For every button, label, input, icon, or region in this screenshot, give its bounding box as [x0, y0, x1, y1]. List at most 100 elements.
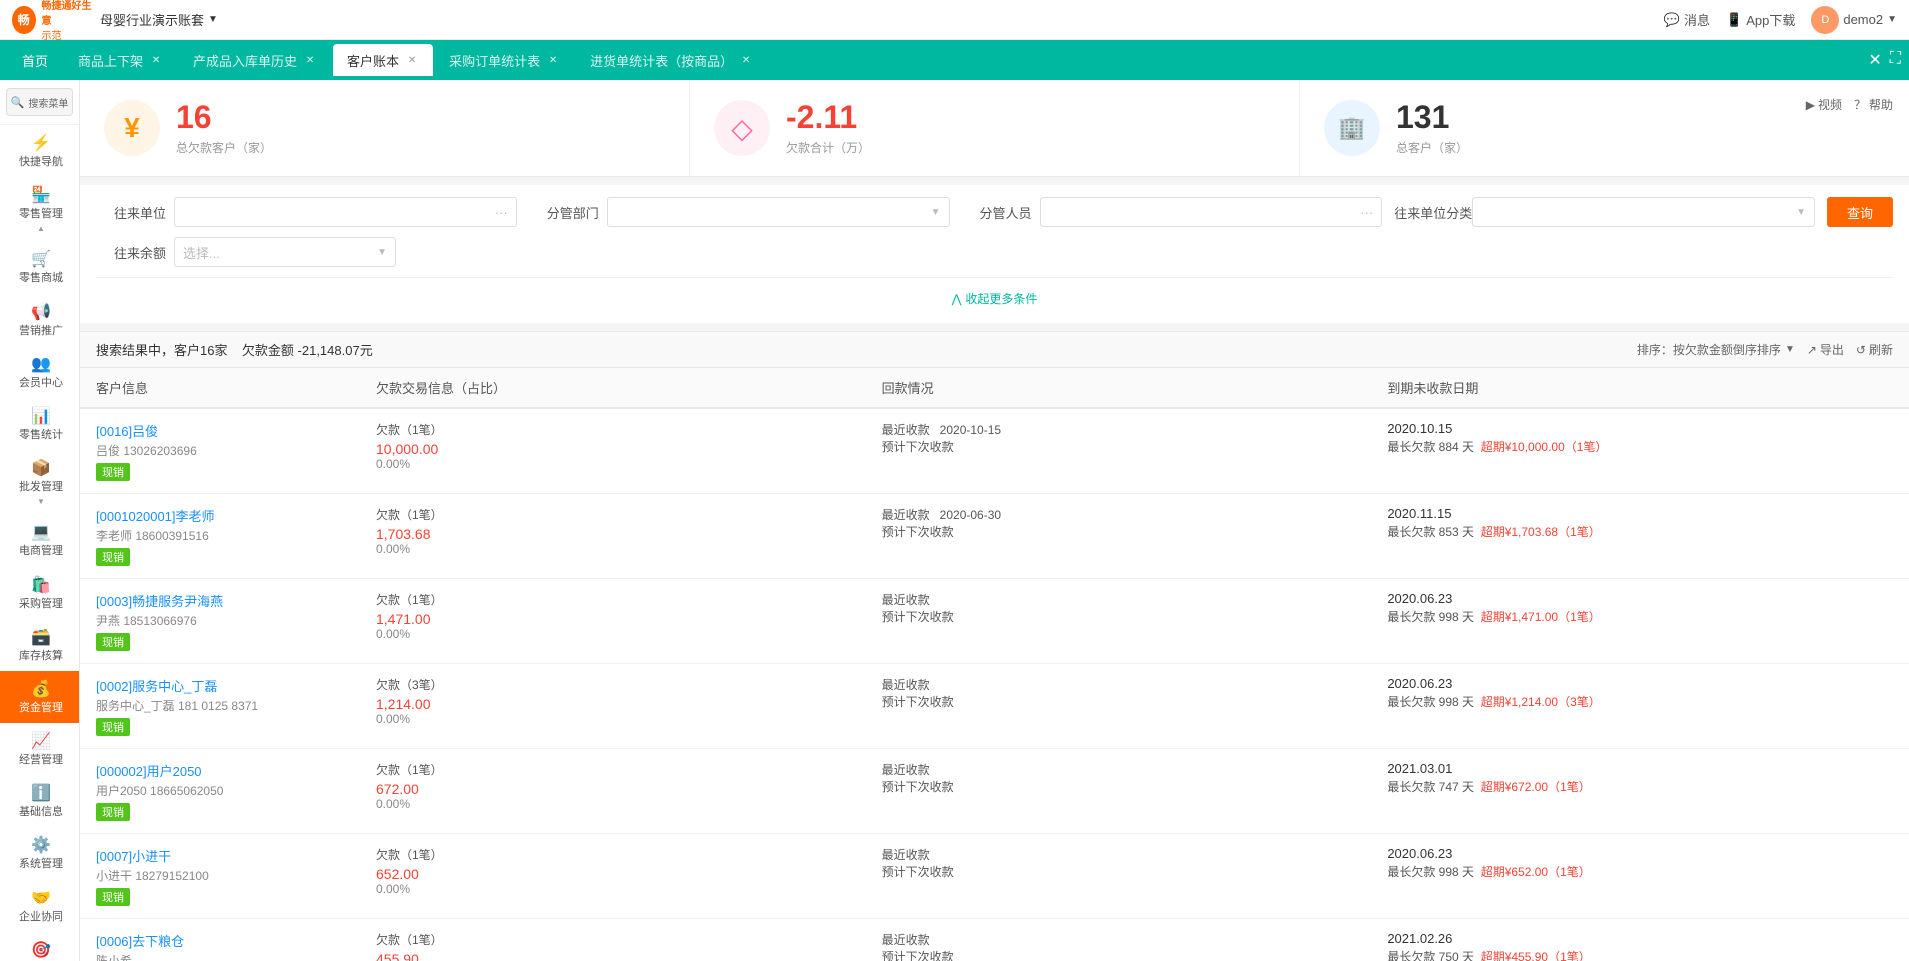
debt-amount: 1,214.00: [376, 696, 882, 712]
user-area[interactable]: D demo2 ▼: [1811, 6, 1897, 34]
customer-cell: [0006]去下粮仓 陈小希 现销: [96, 931, 376, 961]
overdue-amount-link[interactable]: 超期¥652.00（1笔）: [1481, 865, 1591, 879]
stat-label-total: 总客户（家）: [1396, 139, 1468, 156]
close-icon[interactable]: ✕: [405, 53, 419, 67]
stats-row: ¥ 16 总欠款客户（家） ◇ -2.11 欠款合计（万） 🏢: [80, 80, 1909, 177]
close-icon[interactable]: ✕: [739, 53, 753, 67]
batch-mgmt-icon: 📦: [31, 458, 51, 478]
customer-phone: 尹燕 18513066976: [96, 612, 376, 629]
collapse-btn[interactable]: ⋀ 收起更多条件: [96, 286, 1893, 311]
table-header: 客户信息 欠款交易信息（占比） 回款情况 到期未收款日期: [80, 368, 1909, 409]
sort-selector[interactable]: 排序：按欠款金额倒序排序 ▼: [1637, 341, 1795, 358]
filter-row-1: 往来单位 ··· 分管部门 ▼ 分管人员: [96, 197, 1893, 227]
sidebar-item-quick-nav[interactable]: ⚡ 快捷导航: [0, 125, 79, 177]
sidebar-item-member[interactable]: 👥 会员中心: [0, 346, 79, 398]
balance-select[interactable]: 选择... ▼: [174, 237, 396, 267]
sidebar-item-batch-mgmt[interactable]: 📦 批发管理 ▼: [0, 450, 79, 514]
sidebar-search: 🔍 搜索菜单: [0, 80, 79, 125]
sidebar-item-system[interactable]: ⚙️ 系统管理: [0, 827, 79, 879]
person-input[interactable]: ···: [1040, 197, 1383, 227]
tab-customer-account[interactable]: 客户账本 ✕: [333, 44, 433, 76]
ecommerce-icon: 💻: [31, 522, 51, 542]
tab-purchase-order-stats[interactable]: 采购订单统计表 ✕: [435, 44, 574, 76]
customer-name-link[interactable]: [0016]吕俊: [96, 424, 158, 439]
overdue-amount-link[interactable]: 超期¥1,471.00（1笔）: [1481, 610, 1601, 624]
sidebar-item-enterprise-collab[interactable]: 🤝 企业协同: [0, 880, 79, 932]
sidebar-item-retail-store[interactable]: 🛒 零售商城: [0, 241, 79, 293]
quick-nav-icon: ⚡: [31, 133, 51, 153]
overdue-amount-link[interactable]: 超期¥1,703.68（1笔）: [1481, 525, 1601, 539]
message-icon: 💬: [1664, 12, 1680, 28]
results-actions: 排序：按欠款金额倒序排序 ▼ ↗ 导出 ↺ 刷新: [1637, 341, 1893, 358]
stat-icon-debt: ◇: [714, 100, 770, 156]
filter-balance: 往来余额 选择... ▼: [96, 237, 396, 267]
th-customer: 客户信息: [96, 378, 376, 397]
close-icon[interactable]: ✕: [546, 53, 560, 67]
recovery-cell: 最近收款 预计下次收款: [882, 931, 1388, 961]
customer-name-link[interactable]: [0002]服务中心_丁磊: [96, 679, 217, 694]
from-unit-input[interactable]: ···: [174, 197, 517, 227]
dept-select[interactable]: ▼: [607, 197, 950, 227]
refresh-icon: ↺: [1856, 343, 1866, 357]
customer-phone: 服务中心_丁磊 181 0125 8371: [96, 697, 376, 714]
close-icon[interactable]: ✕: [149, 53, 163, 67]
table-row: [0002]服务中心_丁磊 服务中心_丁磊 181 0125 8371 现销 欠…: [80, 664, 1909, 749]
customer-name-link[interactable]: [0001020001]李老师: [96, 509, 215, 524]
help-btn[interactable]: ？ 帮助: [1854, 96, 1893, 113]
tab-purchase-stats-product[interactable]: 进货单统计表（按商品） ✕: [576, 44, 767, 76]
recovery-cell: 最近收款 预计下次收款: [882, 761, 1388, 795]
customer-name-link[interactable]: [0003]畅捷服务尹海燕: [96, 594, 223, 609]
customer-name-link[interactable]: [0006]去下粮仓: [96, 934, 184, 949]
sidebar-item-retail-stats[interactable]: 📊 零售统计: [0, 398, 79, 450]
export-btn[interactable]: ↗ 导出: [1807, 341, 1844, 358]
sidebar-item-marketing[interactable]: 📢 营销推广: [0, 294, 79, 346]
chevron-down-icon: ▼: [377, 247, 387, 258]
stat-label-debt: 欠款合计（万）: [786, 139, 870, 156]
customer-name-link[interactable]: [0007]小进干: [96, 849, 171, 864]
customer-cell: [0002]服务中心_丁磊 服务中心_丁磊 181 0125 8371 现销: [96, 676, 376, 736]
sidebar-item-inventory[interactable]: 🗃️ 库存核算: [0, 619, 79, 671]
tab-home[interactable]: 首页: [8, 44, 62, 76]
overdue-amount-link[interactable]: 超期¥672.00（1笔）: [1481, 780, 1591, 794]
customer-name-link[interactable]: [000002]用户2050: [96, 764, 202, 779]
debt-cell: 欠款（1笔） 1,471.00 0.00%: [376, 591, 882, 641]
customer-cell: [0001020001]李老师 李老师 18600391516 现销: [96, 506, 376, 566]
customer-tag: 现销: [96, 718, 130, 736]
sidebar-item-retail-mgmt[interactable]: 🏪 零售管理 ▲: [0, 177, 79, 241]
stat-num-customers: 16: [176, 101, 272, 133]
unit-category-select[interactable]: ▼: [1472, 197, 1815, 227]
message-btn[interactable]: 💬 消息: [1664, 10, 1710, 29]
basic-info-icon: ℹ️: [31, 783, 51, 803]
sidebar-item-finance[interactable]: 💰 资金管理: [0, 671, 79, 723]
tab-prev-icon[interactable]: ✕: [1868, 50, 1881, 70]
recovery-cell: 最近收款 预计下次收款: [882, 676, 1388, 710]
chevron-down-icon: ▲: [37, 224, 45, 233]
sidebar: 🔍 搜索菜单 ⚡ 快捷导航 🏪 零售管理 ▲ 🛒 零售商城: [0, 80, 80, 961]
sidebar-item-ops-mgmt[interactable]: 📈 经营管理: [0, 723, 79, 775]
overdue-amount-link[interactable]: 超期¥1,214.00（3笔）: [1481, 695, 1601, 709]
content-area: ¥ 16 总欠款客户（家） ◇ -2.11 欠款合计（万） 🏢: [80, 80, 1909, 961]
table-row: [000002]用户2050 用户2050 18665062050 现销 欠款（…: [80, 749, 1909, 834]
overdue-amount-link[interactable]: 超期¥10,000.00（1笔）: [1481, 440, 1608, 454]
tab-fullscreen-icon[interactable]: ⛶: [1890, 50, 1901, 70]
overdue-amount-link[interactable]: 超期¥455.90（1笔）: [1481, 950, 1591, 961]
tab-product-history[interactable]: 产成品入库单历史 ✕: [179, 44, 331, 76]
query-button[interactable]: 查询: [1827, 197, 1893, 227]
th-overdue: 到期未收款日期: [1387, 378, 1893, 397]
sidebar-item-new-guide[interactable]: 🎯 新手引导: [0, 932, 79, 961]
refresh-btn[interactable]: ↺ 刷新: [1856, 341, 1893, 358]
sidebar-item-purchase[interactable]: 🛍️ 采购管理: [0, 567, 79, 619]
sidebar-item-basic-info[interactable]: ℹ️ 基础信息: [0, 775, 79, 827]
main-body: 🔍 搜索菜单 ⚡ 快捷导航 🏪 零售管理 ▲ 🛒 零售商城: [0, 80, 1909, 961]
app-icon: 📱: [1726, 12, 1742, 28]
sidebar-item-ecommerce[interactable]: 💻 电商管理: [0, 514, 79, 566]
stat-icon-total: 🏢: [1324, 100, 1380, 156]
search-menu-btn[interactable]: 🔍 搜索菜单: [6, 88, 73, 116]
video-btn[interactable]: ▶ 视频: [1806, 96, 1842, 113]
app-download-btn[interactable]: 📱 App下载: [1726, 10, 1795, 29]
overdue-cell: 2020.06.23 最长欠款 998 天 超期¥1,214.00（3笔）: [1387, 676, 1893, 710]
debt-cell: 欠款（1笔） 652.00 0.00%: [376, 846, 882, 896]
tab-product-offshelf[interactable]: 商品上下架 ✕: [64, 44, 177, 76]
store-selector[interactable]: 母婴行业演示账套 ▼: [100, 10, 218, 29]
close-icon[interactable]: ✕: [303, 53, 317, 67]
